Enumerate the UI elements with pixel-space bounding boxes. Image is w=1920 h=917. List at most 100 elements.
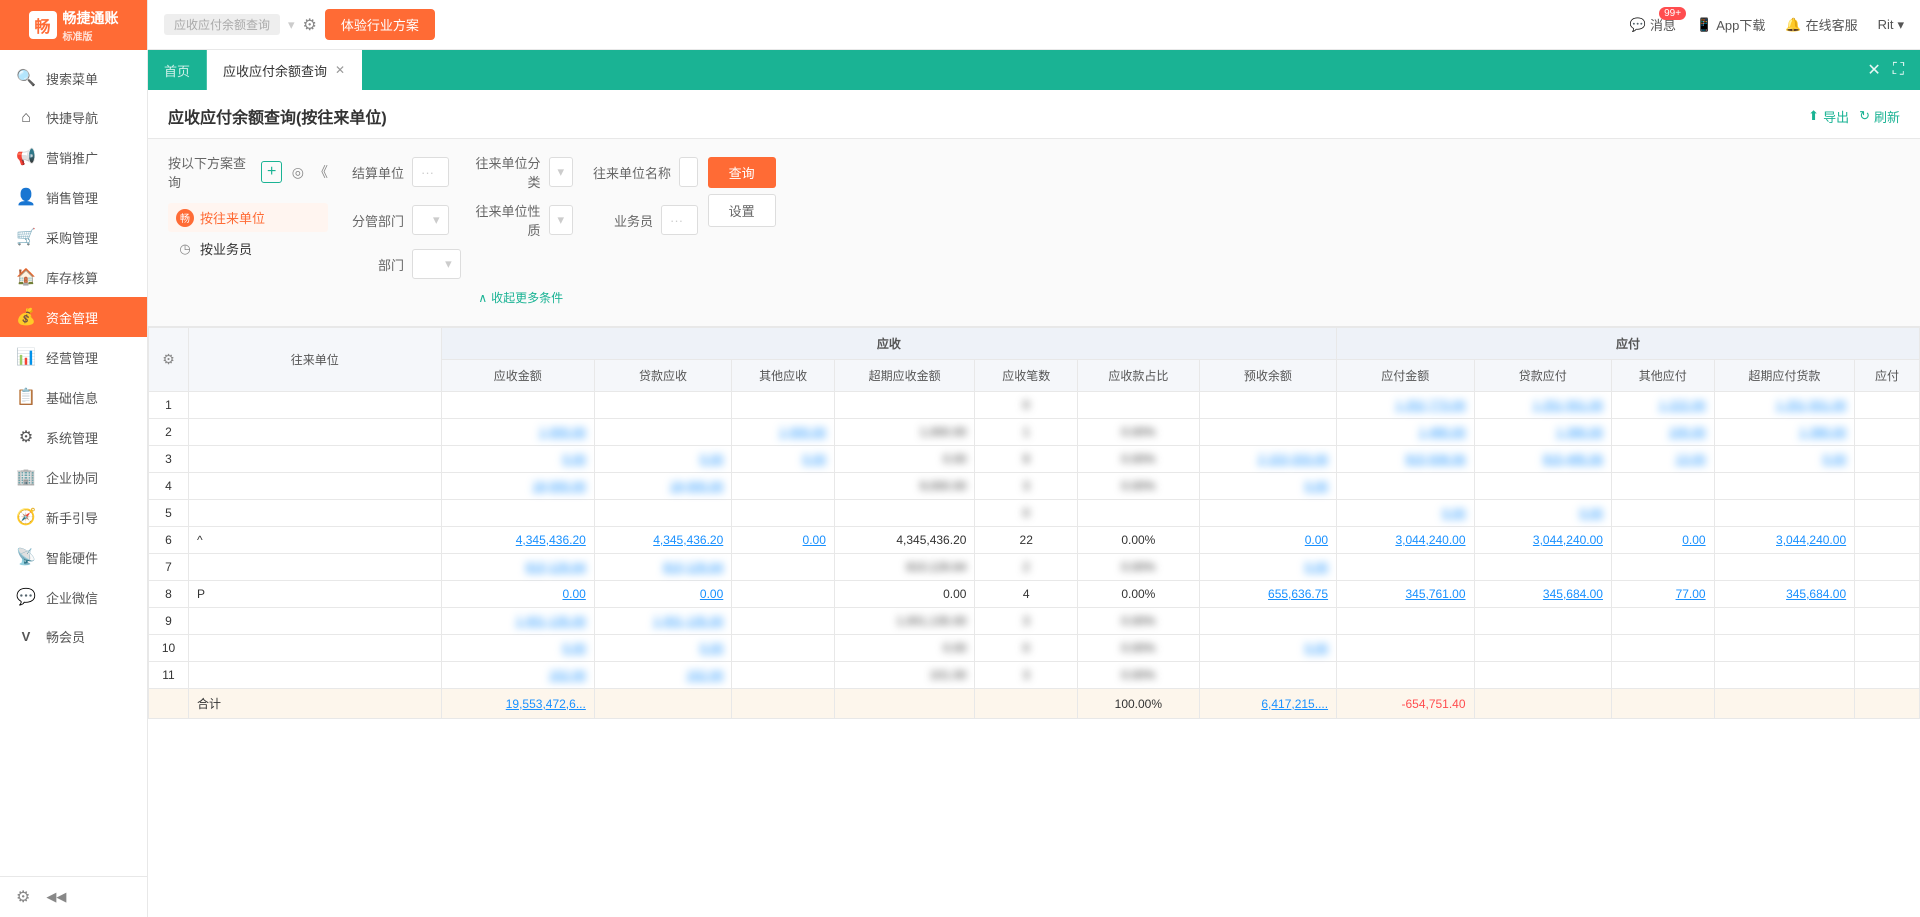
sidebar-item-sales[interactable]: 👤 销售管理 (0, 177, 147, 217)
sidebar-item-enterprise[interactable]: 🏢 企业协同 (0, 457, 147, 497)
user-area[interactable]: Rit ▾ (1878, 17, 1904, 33)
filter-layout: 按以下方案查询 + ◎ 《 畅 按往来单位 ◷ 按业务员 (168, 153, 1900, 312)
total-label: 合计 (189, 689, 442, 719)
refresh-button[interactable]: ↻ 刷新 (1859, 107, 1900, 126)
logo-version: 标准版 (63, 28, 119, 43)
filter-input-salesperson[interactable]: ··· (661, 205, 698, 235)
row-num: 7 (149, 554, 189, 581)
sidebar-item-inventory[interactable]: 🏠 库存核算 (0, 257, 147, 297)
filter-input-settlement[interactable]: ··· (412, 157, 449, 187)
sidebar-item-system[interactable]: ⚙ 系统管理 (0, 417, 147, 457)
sidebar-item-operations[interactable]: 📊 经营管理 (0, 337, 147, 377)
total-empty-2 (594, 689, 731, 719)
enterprise-icon: 🏢 (16, 467, 36, 487)
sidebar-item-capital[interactable]: 💰 资金管理 (0, 297, 147, 337)
online-service-button[interactable]: 🔔 在线客服 (1785, 15, 1857, 34)
sidebar-item-guide[interactable]: 🧭 新手引导 (0, 497, 147, 537)
sidebar: 畅 畅捷通账 标准版 🔍 搜索菜单 ⌂ 快捷导航 📢 营销推广 👤 销售管理 🛒… (0, 0, 148, 917)
row-num: 1 (149, 392, 189, 419)
sidebar-item-label: 企业微信 (46, 588, 98, 607)
page-inner: 应收应付余额查询(按往来单位) ⬆ 导出 ↻ 刷新 (148, 90, 1920, 917)
query-button[interactable]: 查询 (708, 157, 776, 188)
refresh-label: 刷新 (1874, 107, 1900, 126)
header-settings-icon[interactable]: ⚙ (303, 15, 317, 35)
filter-fields: 结算单位 ··· 往来单位分类 ▾ (344, 153, 698, 312)
scheme-item-by-salesperson[interactable]: ◷ 按业务员 (168, 234, 328, 263)
sidebar-item-smart-hw[interactable]: 📡 智能硬件 (0, 537, 147, 577)
member-icon: V (16, 629, 36, 644)
marketing-icon: 📢 (16, 147, 36, 167)
scheme-by-salesperson-label: 按业务员 (200, 239, 252, 258)
filter-circle-icon[interactable]: ◎ (292, 164, 304, 181)
th-ar-overdue: 超期应收金额 (834, 360, 975, 392)
tab-fullscreen-icon[interactable]: ⛶ (1893, 61, 1904, 79)
page-actions: ⬆ 导出 ↻ 刷新 (1808, 107, 1900, 126)
filter-field-partner-category: 往来单位分类 ▾ (469, 153, 574, 191)
filter-input-department[interactable]: ▾ (412, 249, 461, 279)
sidebar-item-label: 销售管理 (46, 188, 98, 207)
scheme-item-by-partner[interactable]: 畅 按往来单位 (168, 203, 328, 232)
tab-ar-ap[interactable]: 应收应付余额查询 ✕ (207, 50, 362, 90)
sidebar-item-label: 新手引导 (46, 508, 98, 527)
settings-button[interactable]: 设置 (708, 194, 776, 227)
row-partner (189, 392, 442, 419)
filter-scheme-panel: 按以下方案查询 + ◎ 《 畅 按往来单位 ◷ 按业务员 (168, 153, 328, 312)
tab-home[interactable]: 首页 (148, 50, 207, 90)
table-row: 21,000.001,000.001,000.0010.00%1,490.001… (149, 419, 1920, 446)
filter-label-partner-nature: 往来单位性质 (469, 201, 541, 239)
smart-hw-icon: 📡 (16, 547, 36, 567)
sidebar-item-label: 采购管理 (46, 228, 98, 247)
total-ar-prepaid[interactable]: 6,417,215.... (1199, 689, 1336, 719)
filter-input-dept[interactable]: ▾ (412, 205, 449, 235)
filter-input-partner-nature[interactable]: ▾ (549, 205, 574, 235)
tab-ar-ap-label: 应收应付余额查询 (223, 61, 327, 80)
table-total-row: 合计 19,553,472,6... 100.00% 6,417,215....… (149, 689, 1920, 719)
row-num: 10 (149, 635, 189, 662)
table-row: 101,252,773.001,251,551.001,222.001,251,… (149, 392, 1920, 419)
sidebar-collapse-icon[interactable]: ◀◀ (46, 889, 66, 905)
th-ap-group: 应付 (1337, 328, 1920, 360)
sidebar-item-marketing[interactable]: 📢 营销推广 (0, 137, 147, 177)
app-download-button[interactable]: 📱 App下载 (1696, 15, 1765, 34)
tab-home-label: 首页 (164, 61, 190, 80)
sidebar-item-member[interactable]: V 畅会员 (0, 617, 147, 656)
sidebar-item-quick-nav[interactable]: ⌂ 快捷导航 (0, 98, 147, 137)
sidebar-item-basic-info[interactable]: 📋 基础信息 (0, 377, 147, 417)
table-settings-icon[interactable]: ⚙ (162, 351, 175, 367)
filter-input-partner-name[interactable] (679, 157, 698, 187)
row-partner (189, 446, 442, 473)
guide-icon: 🧭 (16, 507, 36, 527)
filter-field-partner-name: 往来单位名称 (593, 157, 698, 187)
export-button[interactable]: ⬆ 导出 (1808, 107, 1849, 126)
logo-area: 畅 畅捷通账 标准版 (0, 0, 147, 50)
chevron-down-icon-2: ▾ (433, 212, 440, 228)
filter-collapse-left-icon[interactable]: 《 (314, 162, 328, 182)
chevron-up-icon: ∧ (478, 291, 487, 305)
sidebar-item-wx[interactable]: 💬 企业微信 (0, 577, 147, 617)
total-ap-loan (1474, 689, 1611, 719)
messages-button[interactable]: 💬 消息 99+ (1630, 15, 1676, 34)
sidebar-item-purchase[interactable]: 🛒 采购管理 (0, 217, 147, 257)
promo-button[interactable]: 体验行业方案 (325, 9, 435, 40)
chevron-down-icon-3: ▾ (558, 212, 565, 228)
filter-add-button[interactable]: + (261, 161, 281, 183)
sidebar-item-search[interactable]: 🔍 搜索菜单 (0, 58, 147, 98)
sales-icon: 👤 (16, 187, 36, 207)
top-header: 应收应付余额查询 ▾ ⚙ 体验行业方案 💬 消息 99+ 📱 App下载 🔔 在… (148, 0, 1920, 50)
total-ap-amount: -654,751.40 (1337, 689, 1474, 719)
breadcrumb-text: 应收应付余额查询 (164, 14, 280, 35)
filter-label-dept: 分管部门 (344, 211, 404, 230)
tab-close-icon[interactable]: ✕ (335, 63, 345, 77)
tab-close-action-icon[interactable]: ✕ (1867, 60, 1880, 80)
sidebar-item-label: 畅会员 (46, 627, 85, 646)
th-ar-other: 其他应收 (732, 360, 835, 392)
th-ar-prepaid: 预收余额 (1199, 360, 1336, 392)
sidebar-settings-icon[interactable]: ⚙ (16, 887, 30, 907)
page-content: 应收应付余额查询(按往来单位) ⬆ 导出 ↻ 刷新 (148, 90, 1920, 917)
total-ar-amount[interactable]: 19,553,472,6... (441, 689, 594, 719)
sidebar-item-label: 搜索菜单 (46, 69, 98, 88)
filter-input-partner-category[interactable]: ▾ (549, 157, 574, 187)
collapse-filter-button[interactable]: ∧ 收起更多条件 (344, 283, 698, 312)
filter-row-2: 分管部门 ▾ 往来单位性质 (344, 201, 698, 239)
total-ap-overdue (1714, 689, 1855, 719)
